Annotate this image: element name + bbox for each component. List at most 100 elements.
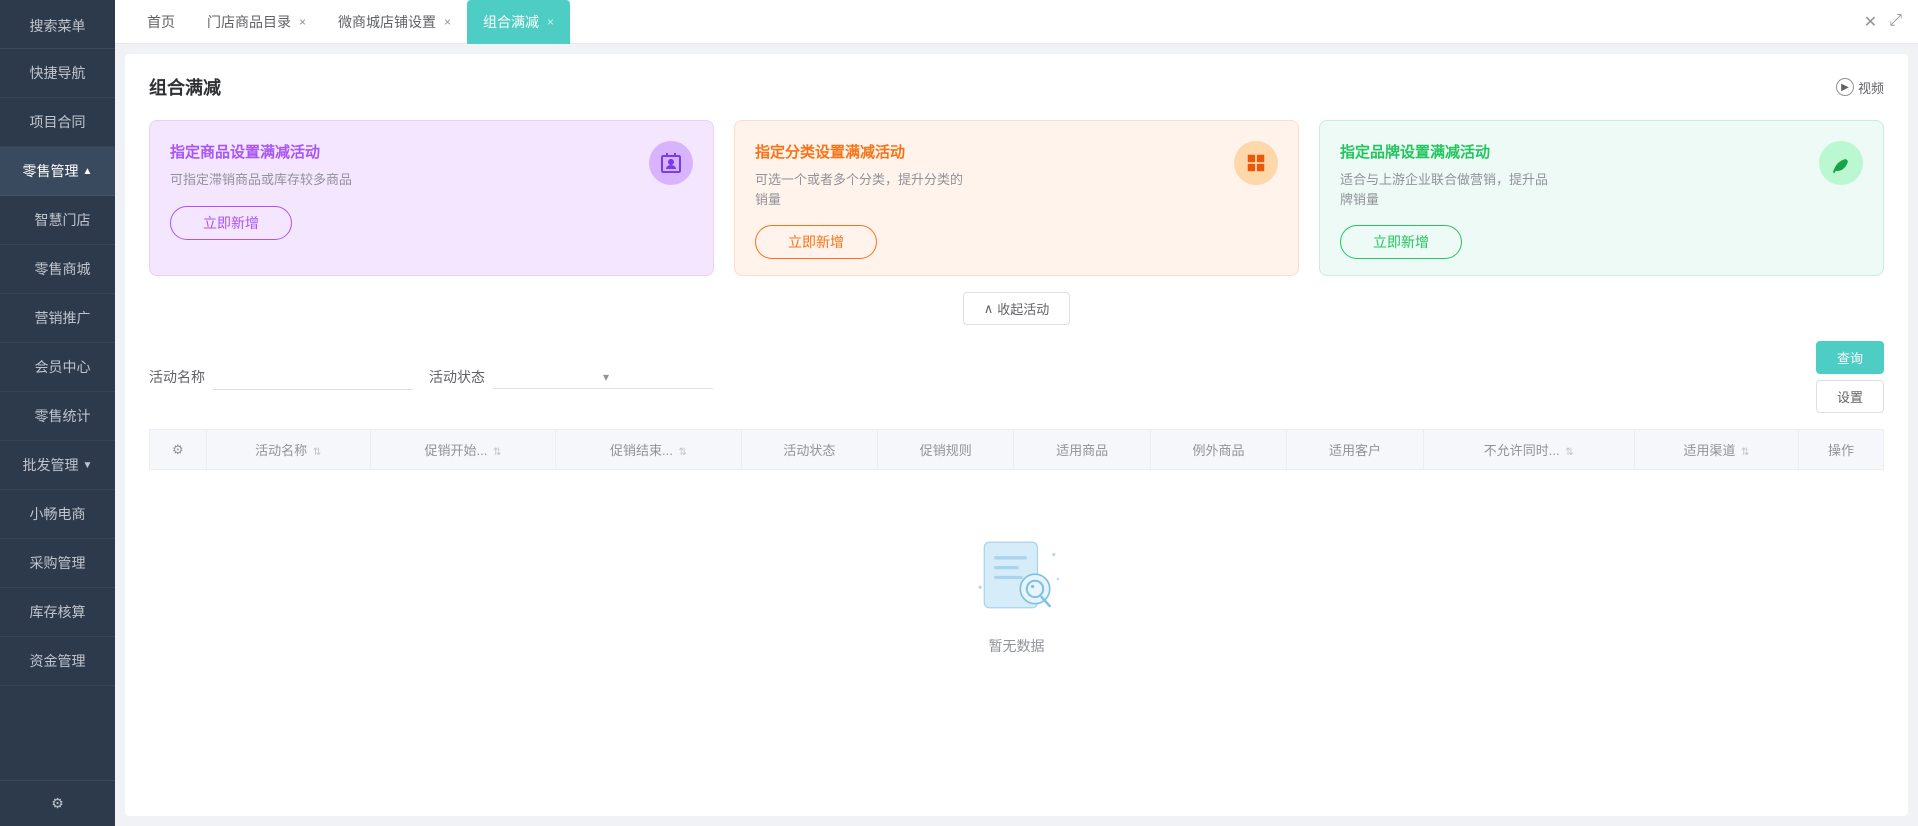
query-button[interactable]: 查询 [1816,341,1884,374]
sort-icon: ⇅ [678,447,686,458]
tab-store-catalog-close-icon[interactable]: × [299,0,306,44]
category-discount-add-button[interactable]: 立即新增 [755,225,877,259]
empty-state: 暂无数据 [150,470,1884,696]
col-operation: 操作 [1798,430,1883,470]
play-icon: ▶ [1836,78,1854,96]
tab-combo-discount-close-icon[interactable]: × [547,0,554,44]
sort-icon: ⇅ [1741,447,1749,458]
sidebar-item-smart-store[interactable]: 智慧门店 [0,196,115,245]
table-settings-icon: ⚙ [172,442,184,457]
col-settings[interactable]: ⚙ [150,430,207,470]
sidebar-item-label: 智慧门店 [35,210,91,230]
activity-name-field: 活动名称 [149,365,413,390]
collapse-icon: ∧ [984,301,994,317]
brand-discount-card: 指定品牌设置满减活动 适合与上游企业联合做营销，提升品牌销量 立即新增 [1319,120,1884,276]
sidebar-item-label: 零售统计 [35,406,91,426]
tab-store-catalog-label: 门店商品目录 [207,0,291,44]
maximize-icon[interactable]: ⤢ [1889,12,1902,32]
tab-wechat-store-close-icon[interactable]: × [444,0,451,44]
col-activity-status: 活动状态 [741,430,877,470]
sidebar-item-label: 小畅电商 [30,504,86,524]
col-promo-end[interactable]: 促销结束... ⇅ [556,430,741,470]
video-link[interactable]: ▶ 视频 [1836,78,1884,97]
search-actions: 查询 设置 [1816,341,1884,413]
col-applicable-channel[interactable]: 适用渠道 ⇅ [1634,430,1798,470]
tab-combo-discount[interactable]: 组合满减 × [467,0,570,44]
sidebar-item-label: 零售商城 [35,259,91,279]
activity-status-select[interactable]: ▾ [493,366,713,389]
sidebar-item-retail-stats[interactable]: 零售统计 [0,392,115,441]
sidebar-item-retail-mall[interactable]: 零售商城 [0,245,115,294]
settings-config-button[interactable]: 设置 [1816,380,1884,413]
col-promo-rule-label: 促销规则 [920,443,972,458]
sidebar-search[interactable]: 搜索菜单 [0,0,115,49]
sidebar-item-label: 资金管理 [30,651,86,671]
table-header: ⚙ 活动名称 ⇅ 促销开始... ⇅ 促销结束... ⇅ [150,430,1884,470]
page-header: 组合满减 ▶ 视频 [149,74,1884,100]
table-body: 暂无数据 [150,470,1884,697]
tab-bar: 首页 门店商品目录 × 微商城店铺设置 × 组合满减 × ✕ ⤢ [115,0,1918,44]
product-discount-add-button[interactable]: 立即新增 [170,206,292,240]
sidebar-item-label: 库存核算 [30,602,86,622]
col-activity-name-label: 活动名称 [255,443,307,458]
sidebar-item-label: 快捷导航 [30,63,86,83]
category-discount-card: 指定分类设置满减活动 可选一个或者多个分类，提升分类的销量 立即新增 [734,120,1299,276]
col-promo-start[interactable]: 促销开始... ⇅ [370,430,555,470]
collapse-activity-button[interactable]: ∧ 收起活动 [963,292,1071,325]
activity-name-input[interactable] [213,365,413,390]
sidebar-item-purchase-mgmt[interactable]: 采购管理 [0,539,115,588]
sidebar-item-quick-nav[interactable]: 快捷导航 [0,49,115,98]
sidebar-item-member-center[interactable]: 会员中心 [0,343,115,392]
category-discount-card-title: 指定分类设置满减活动 [755,141,1278,162]
sidebar-item-marketing[interactable]: 营销推广 [0,294,115,343]
settings-button[interactable]: ⚙ [0,780,115,826]
sidebar-item-label: 采购管理 [30,553,86,573]
close-icon[interactable]: ✕ [1864,12,1877,32]
tab-home[interactable]: 首页 [131,0,191,44]
brand-discount-card-desc: 适合与上游企业联合做营销，提升品牌销量 [1340,170,1560,209]
page-title: 组合满减 [149,74,221,100]
collapse-bar: ∧ 收起活动 [149,292,1884,325]
sort-icon: ⇅ [313,447,321,458]
brand-discount-add-button[interactable]: 立即新增 [1340,225,1462,259]
col-applicable-goods: 适用商品 [1014,430,1150,470]
sidebar-item-label: 批发管理 [23,455,79,475]
product-discount-card-title: 指定商品设置满减活动 [170,141,693,162]
col-applicable-customer-label: 适用客户 [1329,443,1381,458]
tab-wechat-store[interactable]: 微商城店铺设置 × [322,0,467,44]
collapse-label: 收起活动 [997,299,1049,318]
video-label: 视频 [1858,78,1884,97]
search-bar: 活动名称 活动状态 ▾ 查询 设置 [149,341,1884,413]
wholesale-mgmt-arrow-icon: ▼ [83,460,93,471]
tab-combo-discount-label: 组合满减 [483,0,539,44]
brand-discount-card-title: 指定品牌设置满减活动 [1340,141,1863,162]
retail-mgmt-arrow-icon: ▲ [83,166,93,177]
data-table: ⚙ 活动名称 ⇅ 促销开始... ⇅ 促销结束... ⇅ [149,429,1884,696]
col-activity-name[interactable]: 活动名称 ⇅ [206,430,370,470]
sidebar-item-inventory-calc[interactable]: 库存核算 [0,588,115,637]
tab-wechat-store-label: 微商城店铺设置 [338,0,436,44]
gear-icon: ⚙ [51,795,64,811]
category-discount-card-desc: 可选一个或者多个分类，提升分类的销量 [755,170,975,209]
main-wrapper: 首页 门店商品目录 × 微商城店铺设置 × 组合满减 × ✕ ⤢ 组合满减 ▶ … [115,0,1918,826]
col-activity-status-label: 活动状态 [783,443,835,458]
sort-icon: ⇅ [1565,447,1573,458]
sidebar-item-retail-mgmt[interactable]: 零售管理 ▲ [0,147,115,196]
sidebar-item-wholesale-mgmt[interactable]: 批发管理 ▼ [0,441,115,490]
col-exception-goods-label: 例外商品 [1193,443,1245,458]
col-not-concurrent[interactable]: 不允许同时... ⇅ [1423,430,1634,470]
sidebar-item-label: 会员中心 [35,357,91,377]
sidebar-item-xiochang-ecom[interactable]: 小畅电商 [0,490,115,539]
product-discount-card-desc: 可指定滞销商品或库存较多商品 [170,170,390,190]
tab-store-catalog[interactable]: 门店商品目录 × [191,0,322,44]
sidebar-item-finance-mgmt[interactable]: 资金管理 [0,637,115,686]
col-not-concurrent-label: 不允许同时... [1484,443,1560,458]
sort-icon: ⇅ [493,447,501,458]
col-applicable-goods-label: 适用商品 [1056,443,1108,458]
window-controls: ✕ ⤢ [1864,12,1902,32]
sidebar-item-project-contract[interactable]: 项目合同 [0,98,115,147]
activity-status-label: 活动状态 [429,367,485,387]
activity-name-label: 活动名称 [149,367,205,387]
col-promo-end-label: 促销结束... [610,443,673,458]
product-discount-card: 指定商品设置满减活动 可指定滞销商品或库存较多商品 立即新增 [149,120,714,276]
